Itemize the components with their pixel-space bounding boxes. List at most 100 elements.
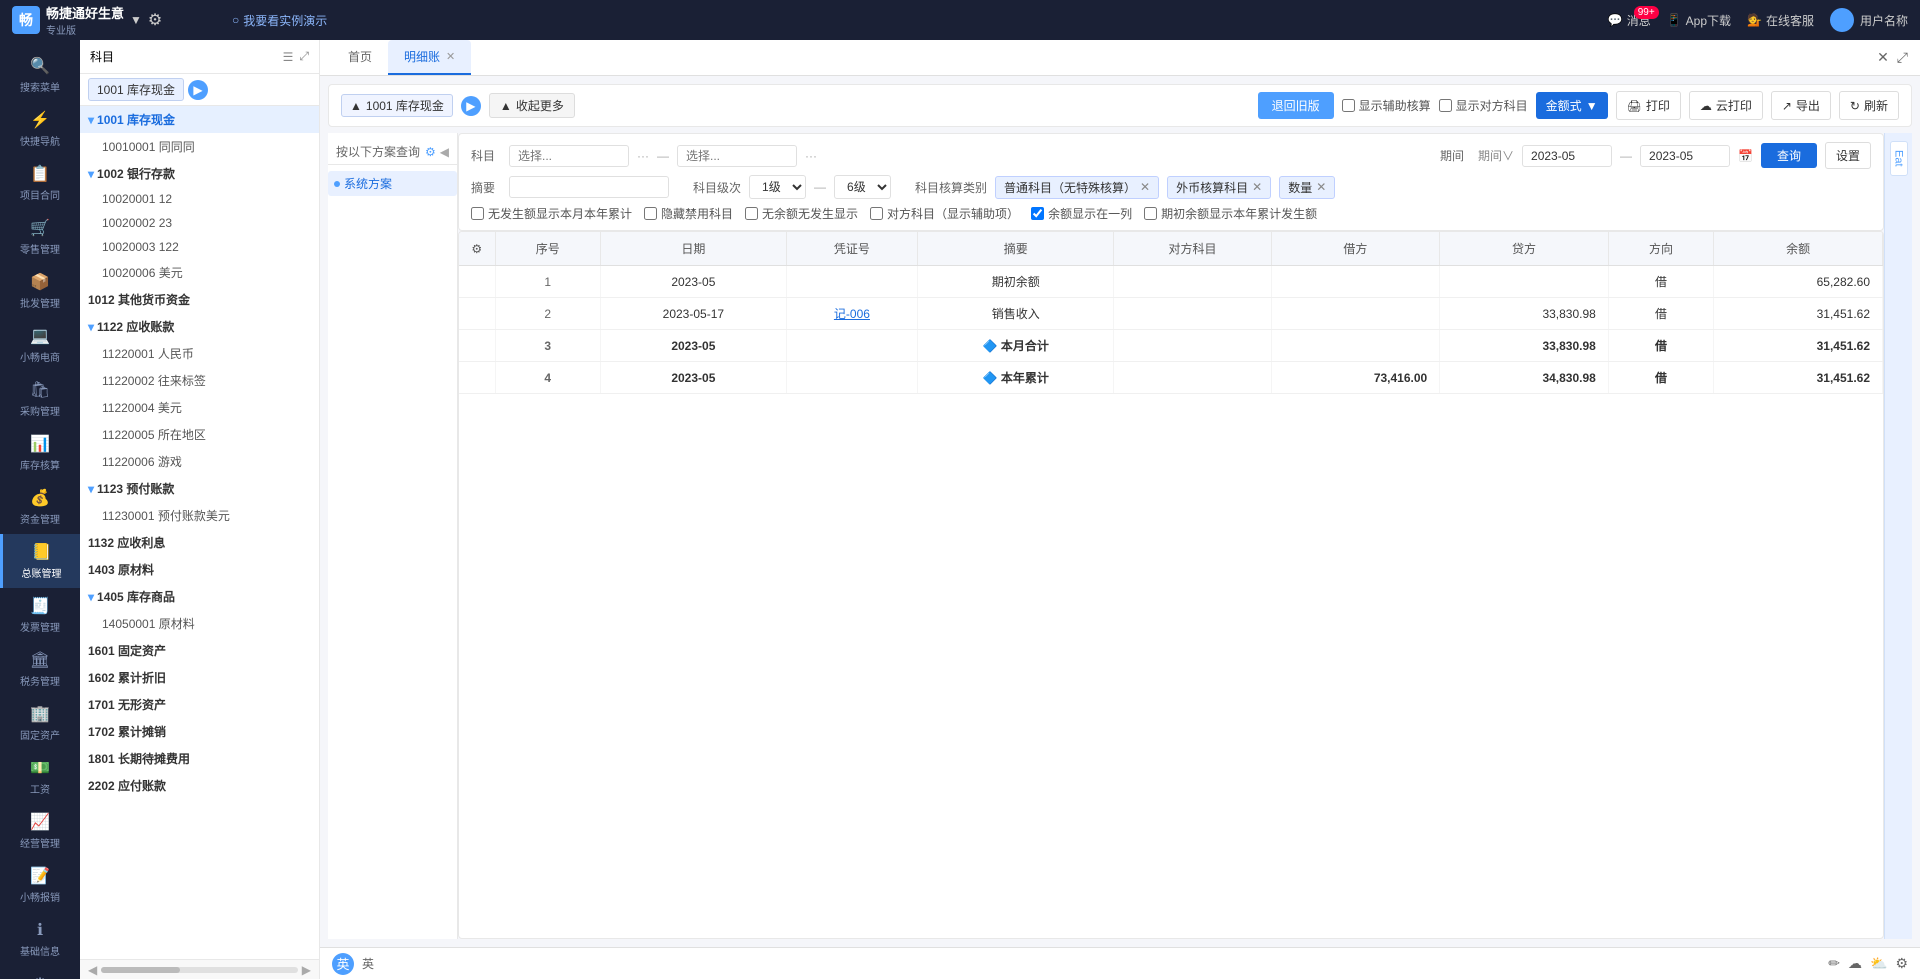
back-old-btn[interactable]: 退回旧版 xyxy=(1258,92,1334,119)
tree-item-11220005[interactable]: 11220005 所在地区 xyxy=(80,421,319,448)
tree-item-1601[interactable]: 1601 固定资产 xyxy=(80,637,319,664)
opt-no-balance-input[interactable] xyxy=(745,207,758,220)
tree-item-11220001[interactable]: 11220001 人民币 xyxy=(80,340,319,367)
nav-item-quick[interactable]: ⚡ 快捷导航 xyxy=(0,102,80,156)
bottom-cloud2-btn[interactable]: ⛅ xyxy=(1870,955,1887,972)
scheme-item-system[interactable]: 系统方案 xyxy=(328,171,457,196)
tabs-maximize-btn[interactable]: ⤢ xyxy=(1897,49,1908,66)
list-view-icon[interactable]: ☰ xyxy=(283,50,294,64)
summary-input[interactable] xyxy=(509,176,669,198)
nav-item-search[interactable]: 🔍 搜索菜单 xyxy=(0,48,80,102)
tree-item-1701[interactable]: 1701 无形资产 xyxy=(80,691,319,718)
nav-item-project[interactable]: 📋 项目合同 xyxy=(0,156,80,210)
nav-item-operation[interactable]: 📈 经营管理 xyxy=(0,804,80,858)
nav-item-inventory[interactable]: 📊 库存核算 xyxy=(0,426,80,480)
tab-home[interactable]: 首页 xyxy=(332,40,388,75)
opt-show-balance-col[interactable]: 余额显示在一列 xyxy=(1031,205,1132,222)
period-calendar-icon[interactable]: 📅 xyxy=(1738,149,1753,163)
nav-item-report[interactable]: 📝 小畅报销 xyxy=(0,858,80,912)
tree-item-10020002[interactable]: 10020002 23 xyxy=(80,211,319,235)
show-opposite-input[interactable] xyxy=(1439,99,1452,112)
tree-item-10010001[interactable]: 10010001 同同同 xyxy=(80,133,319,160)
refresh-btn[interactable]: ↻ 刷新 xyxy=(1839,91,1899,120)
print-btn[interactable]: 🖨 打印 xyxy=(1616,91,1681,120)
tree-item-1801[interactable]: 1801 长期待摊费用 xyxy=(80,745,319,772)
bottom-settings-btn[interactable]: ⚙ xyxy=(1895,955,1908,972)
query-btn[interactable]: 查询 xyxy=(1761,143,1817,168)
tree-item-1132[interactable]: 1132 应收利息 xyxy=(80,529,319,556)
tree-item-10020001[interactable]: 10020001 12 xyxy=(80,187,319,211)
show-auxiliary-checkbox[interactable]: 显示辅助核算 xyxy=(1342,97,1431,114)
account-forward-btn[interactable]: ▶ xyxy=(461,96,481,116)
nav-item-basic[interactable]: ℹ 基础信息 xyxy=(0,912,80,966)
tree-item-11220004[interactable]: 11220004 美元 xyxy=(80,394,319,421)
tree-item-1122[interactable]: ▾1122 应收账款 xyxy=(80,313,319,340)
type-tag-3-close[interactable]: ✕ xyxy=(1316,180,1326,194)
opt-opposite-input[interactable] xyxy=(870,207,883,220)
tree-item-11220006[interactable]: 11220006 游戏 xyxy=(80,448,319,475)
show-auxiliary-input[interactable] xyxy=(1342,99,1355,112)
nav-item-wholesale[interactable]: 📦 批发管理 xyxy=(0,264,80,318)
app-dropdown-btn[interactable]: ▼ xyxy=(130,13,142,27)
bottom-edit-btn[interactable]: ✏ xyxy=(1828,955,1840,972)
tabs-close-btn[interactable]: ✕ xyxy=(1877,49,1889,66)
scroll-right-icon[interactable]: ▶ xyxy=(302,963,311,977)
type-tag-2-close[interactable]: ✕ xyxy=(1252,180,1262,194)
tree-item-1403[interactable]: 1403 原材料 xyxy=(80,556,319,583)
tree-item-1002[interactable]: ▾1002 银行存款 xyxy=(80,160,319,187)
tree-item-2202[interactable]: 2202 应付账款 xyxy=(80,772,319,799)
app-download-btn[interactable]: 📱 App下载 xyxy=(1667,12,1731,29)
opt-hide-disabled[interactable]: 隐藏禁用科目 xyxy=(644,205,733,222)
nav-item-tax[interactable]: 🏛 税务管理 xyxy=(0,642,80,696)
opt-no-occur[interactable]: 无发生额显示本月本年累计 xyxy=(471,205,632,222)
subject-input-start[interactable] xyxy=(509,145,629,167)
tree-item-1123[interactable]: ▾1123 预付账款 xyxy=(80,475,319,502)
tree-item-10020006[interactable]: 10020006 美元 xyxy=(80,259,319,286)
scroll-left-icon[interactable]: ◀ xyxy=(88,963,97,977)
period-start-input[interactable] xyxy=(1522,145,1612,167)
tab-detail[interactable]: 明细账 ✕ xyxy=(388,40,471,75)
nav-item-accounting[interactable]: 📒 总账管理 xyxy=(0,534,80,588)
tree-item-1405[interactable]: ▾1405 库存商品 xyxy=(80,583,319,610)
online-service-btn[interactable]: 💁 在线客服 xyxy=(1747,12,1814,29)
period-end-input[interactable] xyxy=(1640,145,1730,167)
level-start-select[interactable]: 1级2级3级 xyxy=(749,175,806,199)
opt-show-ytd-input[interactable] xyxy=(1144,207,1157,220)
scheme-collapse-icon[interactable]: ◀ xyxy=(440,145,449,159)
user-area[interactable]: 用户名称 xyxy=(1830,8,1908,32)
message-btn[interactable]: 💬 消息 99+ xyxy=(1608,12,1651,29)
cloud-print-btn[interactable]: ☁ 云打印 xyxy=(1689,91,1763,120)
scheme-settings-icon[interactable]: ⚙ xyxy=(425,145,436,159)
opt-no-occur-input[interactable] xyxy=(471,207,484,220)
demo-link[interactable]: ○ 我要看实例演示 xyxy=(232,12,327,29)
opt-opposite[interactable]: 对方科目（显示辅助项） xyxy=(870,205,1019,222)
tree-item-1012[interactable]: 1012 其他货币资金 xyxy=(80,286,319,313)
opt-show-ytd[interactable]: 期初余额显示本年累计发生额 xyxy=(1144,205,1317,222)
subject-input-end[interactable] xyxy=(677,145,797,167)
setting-btn[interactable]: 设置 xyxy=(1825,142,1871,169)
opt-hide-disabled-input[interactable] xyxy=(644,207,657,220)
expand-icon[interactable]: ⤢ xyxy=(299,49,309,64)
account-navigate-btn[interactable]: ▶ xyxy=(188,80,208,100)
level-end-select[interactable]: 6级4级5级 xyxy=(834,175,891,199)
type-tag-1-close[interactable]: ✕ xyxy=(1140,180,1150,194)
nav-item-finance[interactable]: 💰 资金管理 xyxy=(0,480,80,534)
nav-item-salary[interactable]: 💵 工资 xyxy=(0,750,80,804)
amount-format-btn[interactable]: 金额式 ▼ xyxy=(1536,92,1608,119)
opt-show-balance-col-input[interactable] xyxy=(1031,207,1044,220)
nav-item-system[interactable]: ⚙ 系统管理 xyxy=(0,966,80,979)
tree-item-1702[interactable]: 1702 累计摊销 xyxy=(80,718,319,745)
export-btn[interactable]: ↗ 导出 xyxy=(1771,91,1831,120)
tree-item-1001[interactable]: ▾1001 库存现金 xyxy=(80,106,319,133)
bottom-cloud-btn[interactable]: ☁ xyxy=(1848,955,1862,972)
more-btn[interactable]: ▲ 收起更多 xyxy=(489,93,575,118)
nav-item-purchase[interactable]: 🛍 采购管理 xyxy=(0,372,80,426)
right-panel-btn[interactable]: Eat xyxy=(1890,141,1908,176)
translate-circle-btn[interactable]: 英 xyxy=(332,953,354,975)
nav-item-fixed[interactable]: 🏢 固定资产 xyxy=(0,696,80,750)
tree-item-1602[interactable]: 1602 累计折旧 xyxy=(80,664,319,691)
settings-btn[interactable]: ⚙ xyxy=(148,10,162,30)
tab-detail-close[interactable]: ✕ xyxy=(446,50,455,63)
show-opposite-checkbox[interactable]: 显示对方科目 xyxy=(1439,97,1528,114)
tree-item-10020003[interactable]: 10020003 122 xyxy=(80,235,319,259)
